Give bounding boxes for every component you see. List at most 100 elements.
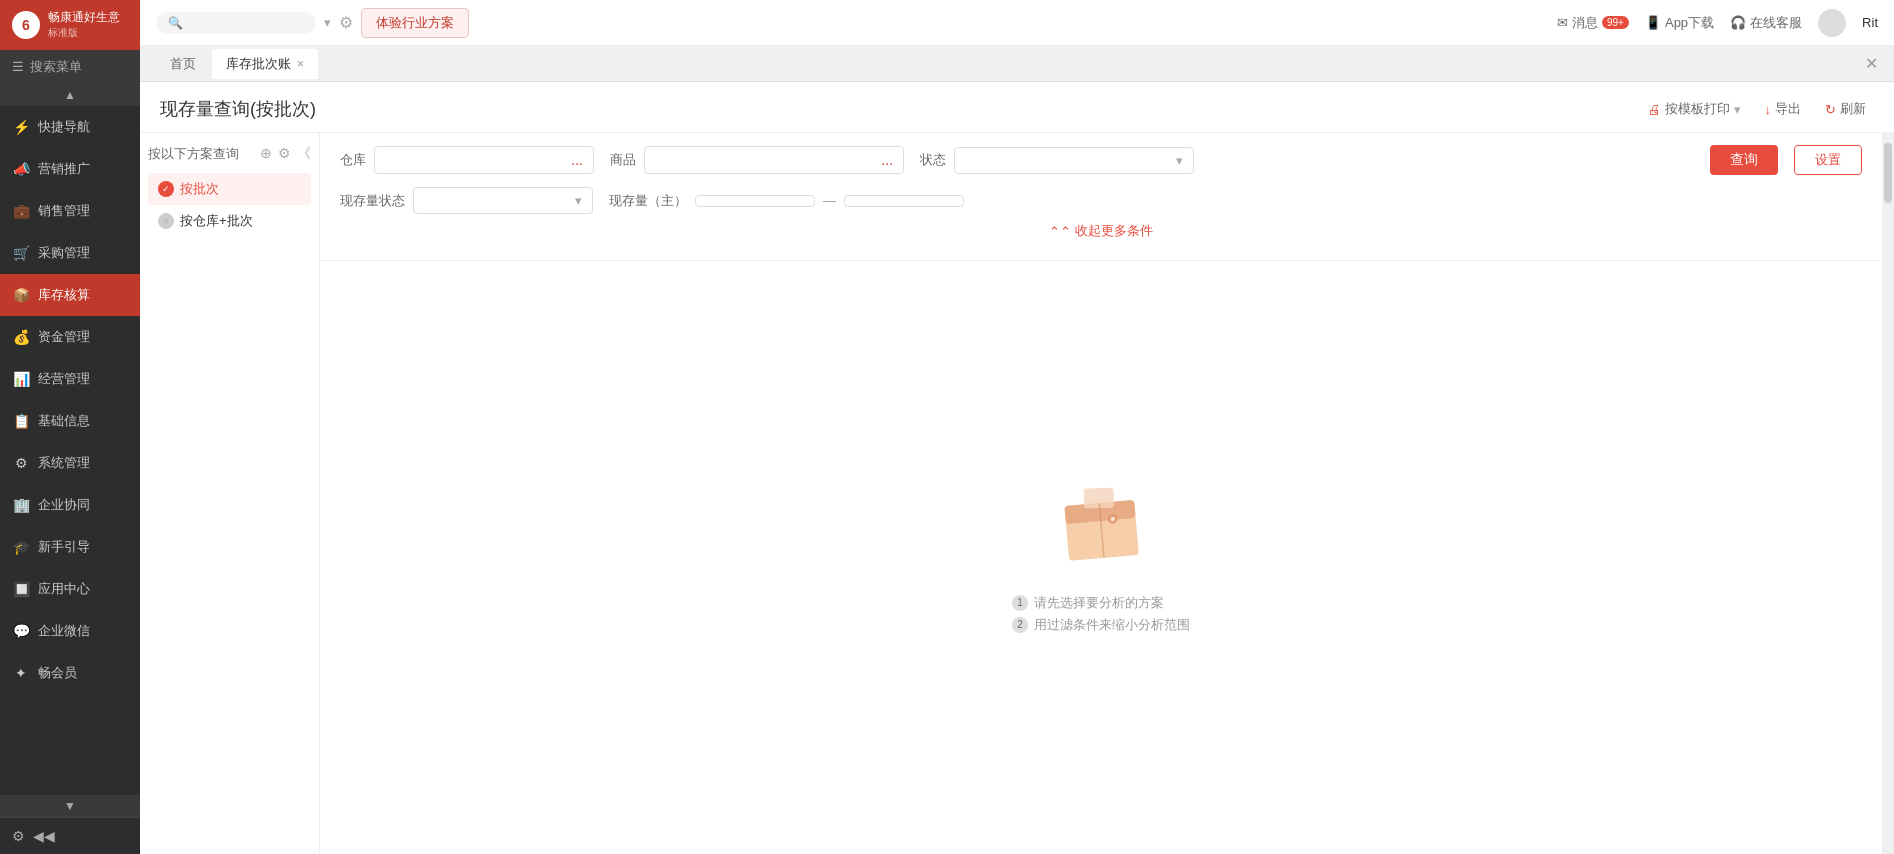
print-dropdown-icon[interactable]: ▾: [1734, 102, 1741, 117]
scheme-name: 按仓库+批次: [180, 212, 253, 230]
scheme-item-warehouse-batch[interactable]: ○ 按仓库+批次: [148, 205, 311, 237]
sidebar-item-quicknav[interactable]: ⚡ 快捷导航: [0, 106, 140, 148]
headset-icon: 🎧: [1730, 15, 1746, 30]
dropdown-icon[interactable]: ▾: [324, 15, 331, 30]
purchase-icon: 🛒: [12, 244, 30, 262]
collapse-more-btn[interactable]: ⌃⌃ 收起更多条件: [340, 214, 1862, 248]
search-menu-item[interactable]: ☰ 搜索菜单: [0, 50, 140, 84]
app-download-action[interactable]: 📱 App下载: [1645, 14, 1714, 32]
tip-text-2: 用过滤条件来缩小分析范围: [1034, 616, 1190, 634]
status-select[interactable]: ▾: [954, 147, 1194, 174]
sidebar-item-label: 应用中心: [38, 580, 90, 598]
sidebar-item-label: 基础信息: [38, 412, 90, 430]
scheme-settings-btn[interactable]: ⚙: [278, 145, 291, 163]
sidebar-scroll-up[interactable]: ▲: [0, 84, 140, 106]
sidebar-nav: ⚡ 快捷导航 📣 营销推广 💼 销售管理 🛒 采购管理 📦 库存核算 💰 资金管…: [0, 106, 140, 795]
query-button[interactable]: 查询: [1710, 145, 1778, 175]
sales-icon: 💼: [12, 202, 30, 220]
collapse-panel-btn[interactable]: 《: [297, 145, 311, 163]
sidebar-item-appcenter[interactable]: 🔲 应用中心: [0, 568, 140, 610]
empty-illustration: [1051, 478, 1151, 578]
sidebar-item-enterprise[interactable]: 🏢 企业协同: [0, 484, 140, 526]
product-filter: 商品 ...: [610, 146, 904, 174]
sidebar-item-finance[interactable]: 💰 资金管理: [0, 316, 140, 358]
sidebar-item-basic[interactable]: 📋 基础信息: [0, 400, 140, 442]
filter-row-1: 仓库 ... 商品 ...: [340, 145, 1862, 175]
message-badge: 99+: [1602, 16, 1629, 29]
refresh-btn[interactable]: ↻ 刷新: [1817, 96, 1874, 122]
sidebar-item-system[interactable]: ⚙ 系统管理: [0, 442, 140, 484]
sidebar-item-marketing[interactable]: 📣 营销推广: [0, 148, 140, 190]
stock-status-dropdown-icon: ▾: [575, 193, 582, 208]
warehouse-label: 仓库: [340, 151, 366, 169]
collapse-icon: ⌃⌃: [1049, 224, 1071, 239]
sidebar-item-operations[interactable]: 📊 经营管理: [0, 358, 140, 400]
empty-state: 1 请先选择要分析的方案 2 用过滤条件来缩小分析范围: [320, 261, 1882, 854]
warehouse-more-btn[interactable]: ...: [571, 152, 583, 168]
message-action[interactable]: ✉ 消息 99+: [1557, 14, 1629, 32]
scheme-item-batch[interactable]: ✓ 按批次: [148, 173, 311, 205]
online-service-label: 在线客服: [1750, 14, 1802, 32]
experience-btn[interactable]: 体验行业方案: [361, 8, 469, 38]
filter-row-2: 现存量状态 ▾ 现存量（主） —: [340, 187, 1862, 214]
stock-qty-min[interactable]: [695, 195, 815, 207]
member-icon: ✦: [12, 664, 30, 682]
settings-footer-btn[interactable]: ⚙: [12, 828, 25, 844]
refresh-label: 刷新: [1840, 100, 1866, 118]
export-btn[interactable]: ↓ 导出: [1757, 96, 1810, 122]
sidebar-item-label: 企业协同: [38, 496, 90, 514]
left-panel-header: 按以下方案查询 ⊕ ⚙ 《: [148, 145, 311, 163]
online-service-action[interactable]: 🎧 在线客服: [1730, 14, 1802, 32]
marketing-icon: 📣: [12, 160, 30, 178]
tab-home[interactable]: 首页: [156, 49, 210, 79]
settings-button[interactable]: 设置: [1794, 145, 1862, 175]
sidebar-item-purchase[interactable]: 🛒 采购管理: [0, 232, 140, 274]
topbar-right: ✉ 消息 99+ 📱 App下载 🎧 在线客服 Rit: [1557, 9, 1878, 37]
sidebar-item-inventory[interactable]: 📦 库存核算: [0, 274, 140, 316]
topbar-search[interactable]: 🔍: [156, 12, 316, 34]
sidebar-item-member[interactable]: ✦ 畅会员: [0, 652, 140, 694]
tab-close-btn[interactable]: ×: [297, 57, 304, 71]
sidebar-item-label: 畅会员: [38, 664, 77, 682]
add-scheme-btn[interactable]: ⊕: [260, 145, 272, 163]
stock-qty-filter: 现存量（主） —: [609, 192, 964, 210]
print-btn[interactable]: 🖨 按模板打印 ▾: [1640, 96, 1749, 122]
print-icon: 🖨: [1648, 102, 1661, 117]
sidebar-item-newuser[interactable]: 🎓 新手引导: [0, 526, 140, 568]
stock-qty-max[interactable]: [844, 195, 964, 207]
product-input[interactable]: ...: [644, 146, 904, 174]
search-icon: ☰: [12, 59, 24, 74]
main-area: 🔍 ▾ ⚙ 体验行业方案 ✉ 消息 99+ 📱 App下载 🎧 在线客服 Rit: [140, 0, 1894, 854]
product-more-btn[interactable]: ...: [881, 152, 893, 168]
sidebar-scroll-down[interactable]: ▼: [0, 795, 140, 817]
stock-qty-label: 现存量（主）: [609, 192, 687, 210]
toggle-sidebar-btn[interactable]: ◀◀: [33, 828, 55, 844]
right-content: 仓库 ... 商品 ...: [320, 133, 1882, 854]
app-edition: 标准版: [48, 26, 120, 40]
wechat-icon: 💬: [12, 622, 30, 640]
tab-inventory-batch-label: 库存批次账: [226, 55, 291, 73]
tabbar-close-all-btn[interactable]: ✕: [1865, 54, 1878, 73]
newuser-icon: 🎓: [12, 538, 30, 556]
settings-icon[interactable]: ⚙: [339, 13, 353, 32]
print-label: 按模板打印: [1665, 100, 1730, 118]
sidebar-item-label: 快捷导航: [38, 118, 90, 136]
sidebar-item-label: 系统管理: [38, 454, 90, 472]
search-icon: 🔍: [168, 16, 183, 30]
user-avatar[interactable]: [1818, 9, 1846, 37]
scrollbar-right[interactable]: [1882, 133, 1894, 854]
stock-status-select[interactable]: ▾: [413, 187, 593, 214]
sidebar-item-wechat[interactable]: 💬 企业微信: [0, 610, 140, 652]
scheme-dot-inactive: ○: [158, 213, 174, 229]
empty-tip-2: 2 用过滤条件来缩小分析范围: [1012, 616, 1190, 634]
operations-icon: 📊: [12, 370, 30, 388]
stock-status-filter: 现存量状态 ▾: [340, 187, 593, 214]
tab-inventory-batch[interactable]: 库存批次账 ×: [212, 49, 318, 79]
sidebar: 6 畅康通好生意 标准版 ☰ 搜索菜单 ▲ ⚡ 快捷导航 📣 营销推广 💼 销售…: [0, 0, 140, 854]
warehouse-filter: 仓库 ...: [340, 146, 594, 174]
topbar-left: 🔍 ▾ ⚙ 体验行业方案: [156, 8, 1545, 38]
app-name: 畅康通好生意: [48, 10, 120, 26]
sidebar-item-sales[interactable]: 💼 销售管理: [0, 190, 140, 232]
status-label: 状态: [920, 151, 946, 169]
warehouse-input[interactable]: ...: [374, 146, 594, 174]
